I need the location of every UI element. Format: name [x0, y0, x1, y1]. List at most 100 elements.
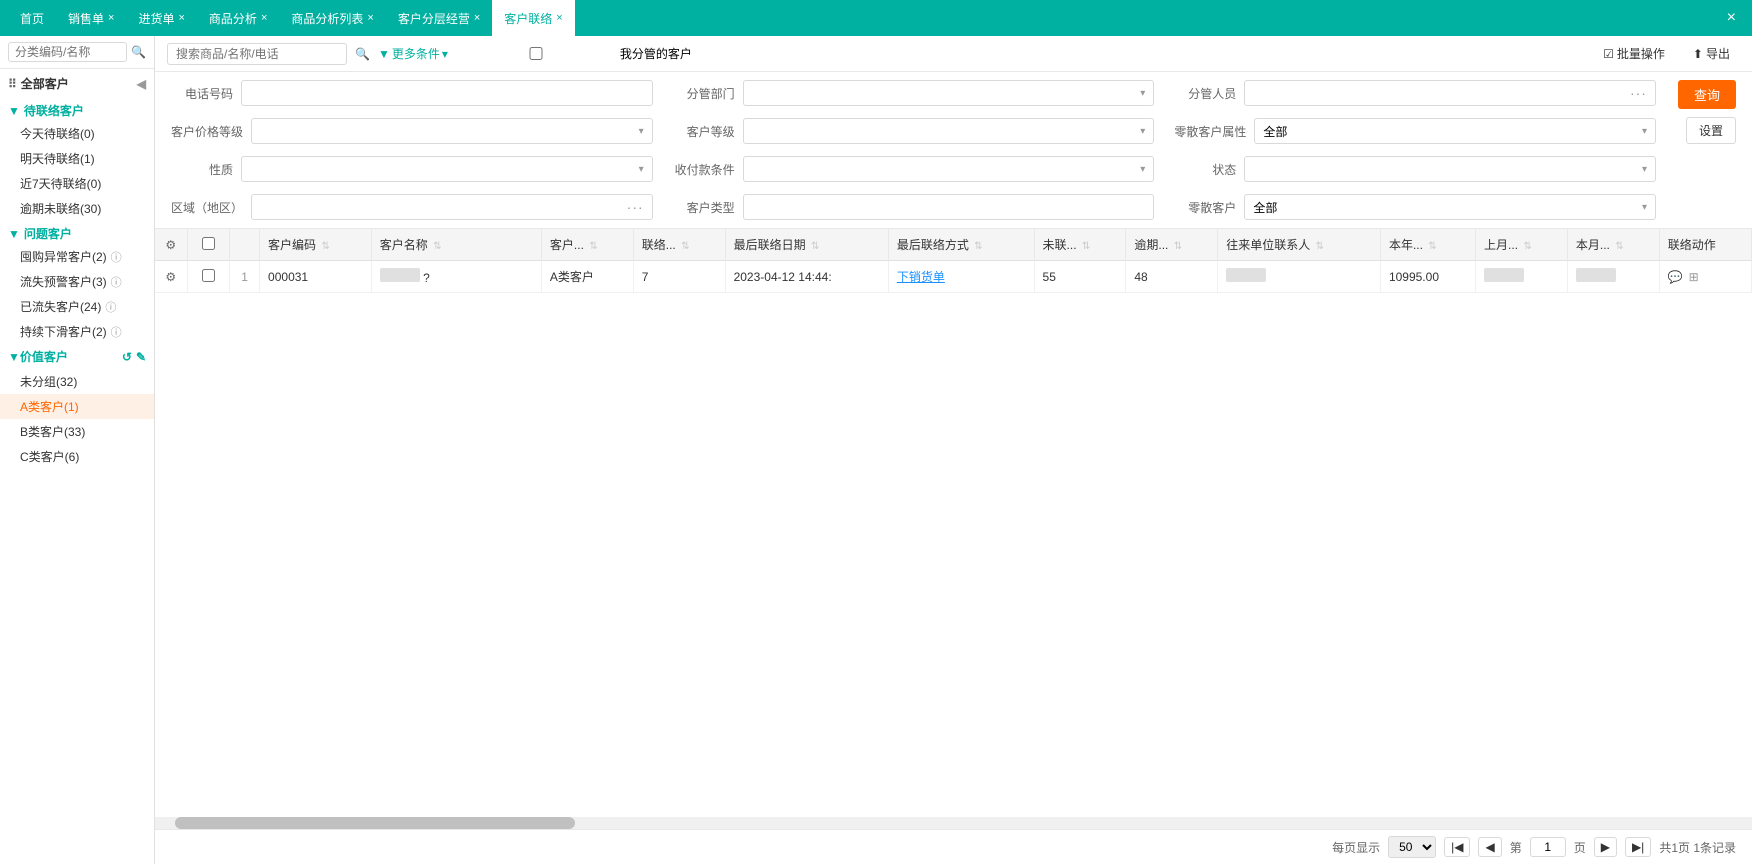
- row-code[interactable]: 000031: [260, 261, 372, 293]
- nav-product-analysis-list[interactable]: 商品分析列表 ×: [279, 0, 385, 36]
- row-last-contact-method[interactable]: 下销货单: [888, 261, 1034, 293]
- nav-sales[interactable]: 销售单 ×: [56, 0, 126, 36]
- nav-customer-tier[interactable]: 客户分层经营 ×: [386, 0, 492, 36]
- contact-person-sort-icon[interactable]: ⇅: [1316, 241, 1324, 252]
- global-close-btn[interactable]: ×: [1719, 9, 1744, 27]
- next-page-btn[interactable]: ▶: [1594, 837, 1617, 857]
- value-customers-group[interactable]: ▼ 价值客户 ↺ ✎: [0, 344, 154, 369]
- nav-home[interactable]: 首页: [8, 0, 56, 36]
- last-month-sort-icon[interactable]: ⇅: [1523, 241, 1531, 252]
- sidebar-item-churned[interactable]: 已流失客户(24) ⓘ: [0, 294, 154, 319]
- sidebar-item-overdue-contact[interactable]: 逾期未联络(30): [0, 196, 154, 221]
- this-year-sort-icon[interactable]: ⇅: [1428, 241, 1436, 252]
- nav-customer-contact-close[interactable]: ×: [556, 12, 562, 24]
- name-column-header[interactable]: 客户名称 ⇅: [371, 229, 541, 261]
- nav-product-analysis-close[interactable]: ×: [261, 12, 267, 24]
- nav-customer-tier-close[interactable]: ×: [474, 12, 480, 24]
- contact-person-column-header[interactable]: 往来单位联系人 ⇅: [1218, 229, 1381, 261]
- nav-purchase-close[interactable]: ×: [178, 12, 184, 24]
- price-level-select[interactable]: ▾: [251, 118, 653, 144]
- my-customers-checkbox-label[interactable]: 我分管的客户: [456, 45, 692, 62]
- page-number-input[interactable]: [1530, 837, 1566, 857]
- nav-purchase[interactable]: 进货单 ×: [126, 0, 196, 36]
- customer-type-input[interactable]: [743, 194, 1155, 220]
- category-search-input[interactable]: [8, 42, 127, 62]
- sidebar-item-b-class[interactable]: B类客户(33): [0, 419, 154, 444]
- nature-select[interactable]: ▾: [241, 156, 653, 182]
- sidebar-item-a-class[interactable]: A类客户(1): [0, 394, 154, 419]
- overdue-column-header[interactable]: 逾期... ⇅: [1126, 229, 1218, 261]
- last-page-btn[interactable]: ▶|: [1625, 837, 1651, 857]
- contact-count-sort-icon[interactable]: ⇅: [681, 241, 689, 252]
- contact-count-column-header[interactable]: 联络... ⇅: [633, 229, 725, 261]
- checkbox-column-header[interactable]: [187, 229, 230, 261]
- sidebar-item-declining[interactable]: 持续下滑客户(2) ⓘ: [0, 319, 154, 344]
- scrollbar-thumb[interactable]: [175, 817, 575, 829]
- row-contact-person: [1218, 261, 1381, 293]
- prev-page-btn[interactable]: ◀: [1478, 837, 1501, 857]
- row-checkbox[interactable]: [202, 269, 215, 282]
- sidebar-item-ungrouped[interactable]: 未分组(32): [0, 369, 154, 394]
- row-gear[interactable]: ⚙: [155, 261, 187, 293]
- my-customers-checkbox[interactable]: [456, 47, 616, 60]
- last-contact-method-column-header[interactable]: 最后联络方式 ⇅: [888, 229, 1034, 261]
- nav-customer-contact[interactable]: 客户联络 ×: [492, 0, 574, 36]
- this-month-sort-icon[interactable]: ⇅: [1615, 241, 1623, 252]
- sidebar-search-icon[interactable]: 🔍: [131, 45, 146, 59]
- all-customers-header[interactable]: ⠿ 全部客户 ◀: [0, 69, 154, 98]
- not-contact-sort-icon[interactable]: ⇅: [1082, 241, 1090, 252]
- page-size-select[interactable]: 50: [1388, 836, 1436, 858]
- more-filters-btn[interactable]: ▼ 更多条件 ▾: [378, 45, 448, 62]
- region-input[interactable]: ···: [251, 194, 653, 220]
- nav-product-analysis-list-close[interactable]: ×: [367, 12, 373, 24]
- row-checkbox-cell[interactable]: [187, 261, 230, 293]
- horizontal-scrollbar[interactable]: [155, 817, 1752, 829]
- this-year-column-header[interactable]: 本年... ⇅: [1380, 229, 1475, 261]
- export-button[interactable]: ⬆ 导出: [1683, 42, 1740, 65]
- sidebar-item-today-pending[interactable]: 今天待联络(0): [0, 121, 154, 146]
- dept-select[interactable]: ▾: [743, 80, 1155, 106]
- manager-input[interactable]: ···: [1244, 80, 1656, 106]
- sidebar-item-churn-warning[interactable]: 流失预警客户(3) ⓘ: [0, 269, 154, 294]
- code-column-header[interactable]: 客户编码 ⇅: [260, 229, 372, 261]
- collapse-icon[interactable]: ◀: [137, 77, 146, 91]
- overdue-sort-icon[interactable]: ⇅: [1174, 241, 1182, 252]
- not-contact-column-header[interactable]: 未联... ⇅: [1034, 229, 1126, 261]
- settings-button[interactable]: 设置: [1686, 117, 1736, 144]
- search-button[interactable]: 🔍: [355, 47, 370, 61]
- retail-attr-select[interactable]: 全部 ▾: [1254, 118, 1656, 144]
- sidebar-item-7day-pending[interactable]: 近7天待联络(0): [0, 171, 154, 196]
- retail-customer-select[interactable]: 全部 ▾: [1244, 194, 1656, 220]
- sidebar-item-c-class[interactable]: C类客户(6): [0, 444, 154, 469]
- refresh-icon[interactable]: ↺: [122, 350, 132, 364]
- problem-customers-group[interactable]: ▼ 问题客户: [0, 221, 154, 244]
- sidebar-item-tomorrow-pending[interactable]: 明天待联络(1): [0, 146, 154, 171]
- customer-level-select[interactable]: ▾: [743, 118, 1155, 144]
- chat-icon[interactable]: 💬: [1668, 270, 1683, 284]
- row-this-month: [1567, 261, 1659, 293]
- status-select[interactable]: ▾: [1244, 156, 1656, 182]
- select-all-checkbox[interactable]: [202, 237, 215, 250]
- code-sort-icon[interactable]: ⇅: [321, 241, 329, 252]
- qr-icon[interactable]: ⊞: [1689, 270, 1699, 284]
- payment-select[interactable]: ▾: [743, 156, 1155, 182]
- level-sort-icon[interactable]: ⇅: [589, 241, 597, 252]
- last-contact-date-column-header[interactable]: 最后联络日期 ⇅: [725, 229, 888, 261]
- first-page-btn[interactable]: |◀: [1444, 837, 1470, 857]
- this-month-column-header[interactable]: 本月... ⇅: [1567, 229, 1659, 261]
- sidebar-item-hoarding[interactable]: 囤购异常客户(2) ⓘ: [0, 244, 154, 269]
- last-method-sort-icon[interactable]: ⇅: [974, 241, 982, 252]
- nav-product-analysis[interactable]: 商品分析 ×: [197, 0, 279, 36]
- last-month-column-header[interactable]: 上月... ⇅: [1476, 229, 1568, 261]
- edit-icon[interactable]: ✎: [136, 350, 146, 364]
- last-date-sort-icon[interactable]: ⇅: [811, 241, 819, 252]
- nav-sales-close[interactable]: ×: [108, 12, 114, 24]
- query-button[interactable]: 查询: [1678, 80, 1736, 109]
- search-input[interactable]: [167, 43, 347, 65]
- batch-op-button[interactable]: ☑ 批量操作: [1593, 42, 1675, 65]
- gear-column-header[interactable]: ⚙: [155, 229, 187, 261]
- phone-input[interactable]: [241, 80, 653, 106]
- pending-contact-group[interactable]: ▼ 待联络客户: [0, 98, 154, 121]
- name-sort-icon[interactable]: ⇅: [433, 241, 441, 252]
- level-column-header[interactable]: 客户... ⇅: [541, 229, 633, 261]
